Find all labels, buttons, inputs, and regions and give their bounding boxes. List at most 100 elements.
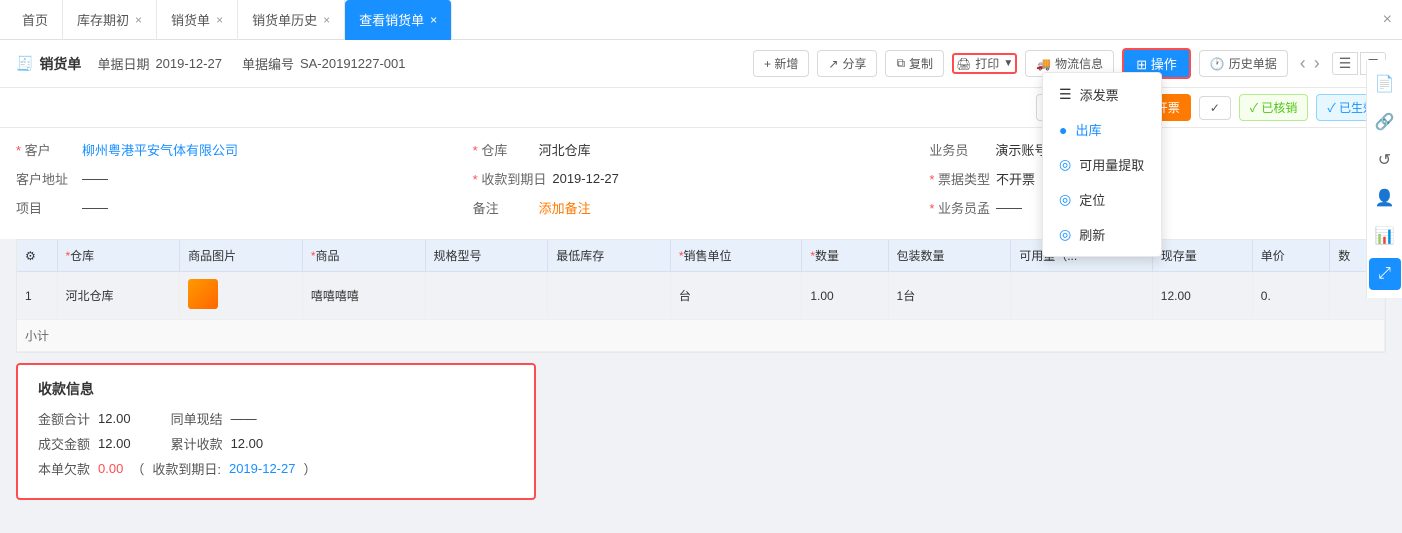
new-button[interactable]: + 新增 [753,50,809,77]
row-unit: 台 [670,272,801,320]
sidebar-expand-icon[interactable]: ⤢ [1369,258,1401,290]
sidebar-refresh-icon[interactable]: ↺ [1369,144,1401,176]
print-label: 打印 [975,55,999,72]
address-value: —— [82,171,108,186]
project-label: 项目 [16,198,76,217]
customer-label: 客户 [16,140,76,159]
data-table: ⚙ *仓库 商品图片 *商品 规格型号 最低库存 *销售单位 *数量 包装数量 … [17,240,1385,352]
history-label: 历史单据 [1229,55,1277,72]
tab-view-sales-close[interactable]: × [430,13,437,27]
print-button[interactable]: 🖨 打印 ▼ [952,53,1017,74]
share-button[interactable]: ↗ 分享 [817,50,877,77]
data-table-container: ⚙ *仓库 商品图片 *商品 规格型号 最低库存 *销售单位 *数量 包装数量 … [16,239,1386,353]
owe-note-date: 2019-12-27 [229,461,296,476]
available-qty-label: 可用量提取 [1079,155,1144,174]
copy-label: 复制 [909,55,933,72]
sold-out-badge: ✓ 已核销 [1239,94,1309,121]
logistics-label: 物流信息 [1055,55,1103,72]
dropdown-refresh[interactable]: ◎ 刷新 [1043,217,1161,252]
col-qty-header: *数量 [802,240,888,272]
tab-view-sales-label: 查看销货单 [359,10,424,29]
dropdown-available-qty[interactable]: ◎ 可用量提取 [1043,147,1161,182]
document-title-group: 🧾 销货单 [16,54,81,74]
tab-sales-history[interactable]: 销货单历史 × [238,0,345,40]
tab-inventory-init[interactable]: 库存期初 × [63,0,157,40]
owe-note-label: 收款到期日: [152,459,221,478]
row-pack-qty: 1台 [888,272,1011,320]
tab-view-sales[interactable]: 查看销货单 × [345,0,452,40]
same-order-value: —— [231,411,257,426]
sidebar-chart-icon[interactable]: 📊 [1369,220,1401,252]
tab-inventory-init-close[interactable]: × [135,13,142,27]
history-button[interactable]: 🕐 历史单据 [1199,50,1288,77]
address-label: 客户地址 [16,169,76,188]
col-unit-header: *销售单位 [670,240,801,272]
warehouse-field: 仓库 河北仓库 [473,140,930,159]
payment-date-field: 收款到期日 2019-12-27 [473,169,930,188]
dropdown-add-invoice[interactable]: ☰ 添发票 [1043,77,1161,112]
history-icon: 🕐 [1210,57,1225,71]
owe-item: 本单欠款 0.00 （ 收款到期日: 2019-12-27 ） [38,459,316,478]
table-header: ⚙ *仓库 商品图片 *商品 规格型号 最低库存 *销售单位 *数量 包装数量 … [17,240,1385,272]
payment-date-label: 收款到期日 [473,169,547,188]
payment-info-box: 收款信息 金额合计 12.00 同单现结 —— 成交金额 12.00 累计收款 … [16,363,536,500]
row-min-stock [548,272,671,320]
customer-value[interactable]: 柳州粤港平安气体有限公司 [82,140,238,159]
copy-button[interactable]: ⧉ 复制 [885,50,944,77]
refresh-icon: ◎ [1059,226,1071,243]
form-area: 客户 柳州粤港平安气体有限公司 仓库 河北仓库 业务员 演示账号 客户地址 ——… [0,128,1402,239]
ticket-type-label: 票据类型 [929,169,990,188]
same-order-label: 同单现结 [171,409,223,428]
row-index: 1 [17,272,57,320]
cumulative-label: 累计收款 [171,434,223,453]
add-invoice-icon: ☰ [1059,86,1072,103]
amount-total-value: 12.00 [98,411,131,426]
doc-number-item: 单据编号 SA-20191227-001 [242,54,406,73]
document-title: 销货单 [39,54,81,74]
amount-total-label: 金额合计 [38,409,90,428]
form-row-1: 客户 柳州粤港平安气体有限公司 仓库 河北仓库 业务员 演示账号 [16,140,1386,159]
document-meta: 单据日期 2019-12-27 单据编号 SA-20191227-001 [97,54,405,73]
close-all-button[interactable]: × [1383,11,1392,29]
row-warehouse: 河北仓库 [57,272,180,320]
remark-label: 备注 [473,198,533,217]
locate-icon: ◎ [1059,191,1071,208]
confirm-button[interactable]: ✓ [1199,96,1231,120]
refresh-label: 刷新 [1079,225,1105,244]
tab-sales-history-label: 销货单历史 [252,10,317,29]
prev-button[interactable]: ‹ [1296,53,1310,74]
tab-sales-history-close[interactable]: × [323,13,330,27]
project-value: —— [82,200,108,215]
remark-add-button[interactable]: 添加备注 [539,198,591,217]
col-setting[interactable]: ⚙ [17,240,57,272]
tab-sales-order[interactable]: 销货单 × [157,0,238,40]
row-qty: 1.00 [802,272,888,320]
dropdown-locate[interactable]: ◎ 定位 [1043,182,1161,217]
subtotal-row: 小计 [17,320,1385,352]
nav-arrows: ‹ › [1296,53,1324,74]
warehouse-value: 河北仓库 [539,140,591,159]
sidebar-doc-icon[interactable]: 📄 [1369,68,1401,100]
owe-note-close: ） [303,459,316,478]
sold-out-label: 已核销 [1261,101,1297,115]
add-invoice-label: 添发票 [1080,85,1119,104]
check-icon: ✓ [1250,101,1258,115]
col-spec-header: 规格型号 [425,240,548,272]
right-sidebar: 📄 🔗 ↺ 👤 📊 ⤢ [1366,60,1402,298]
owe-value: 0.00 [98,461,123,476]
payment-info-row-1: 金额合计 12.00 同单现结 —— [38,409,514,428]
trade-amount-label: 成交金额 [38,434,90,453]
dropdown-outbound[interactable]: ● 出库 [1043,112,1161,147]
col-price-header: 单价 [1252,240,1329,272]
col-pack-header: 包装数量 [888,240,1011,272]
list-view-button[interactable]: ☰ [1332,52,1359,75]
project-field: 项目 —— [16,198,473,217]
tab-sales-order-label: 销货单 [171,10,210,29]
sidebar-link-icon[interactable]: 🔗 [1369,106,1401,138]
sidebar-user-icon[interactable]: 👤 [1369,182,1401,214]
tab-sales-order-close[interactable]: × [216,13,223,27]
tab-home[interactable]: 首页 [8,0,63,40]
next-button[interactable]: › [1310,53,1324,74]
remark-field: 备注 添加备注 [473,198,930,217]
doc-date-value: 2019-12-27 [155,56,222,71]
